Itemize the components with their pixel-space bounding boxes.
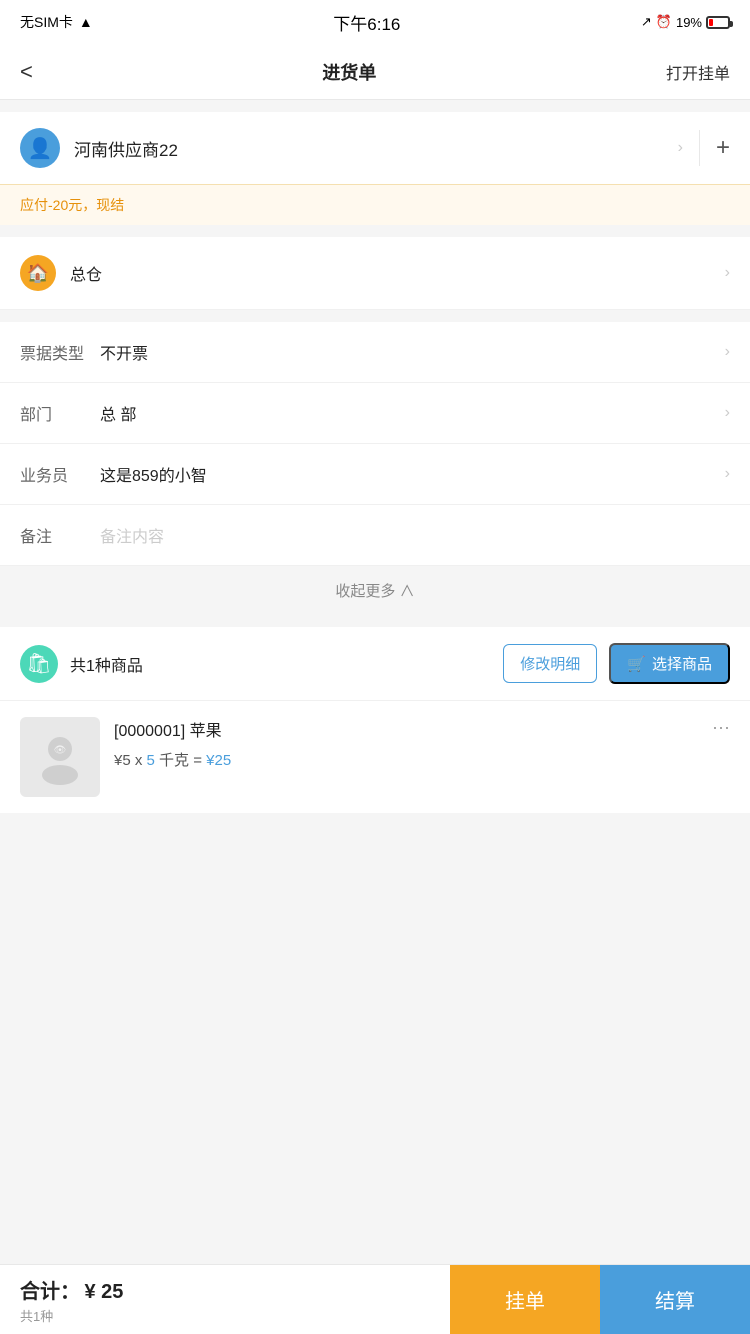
products-count: 共1种商品: [70, 652, 491, 676]
salesman-value: 这是859的小智: [100, 462, 715, 486]
section-gap-2: [0, 225, 750, 237]
select-product-label: 选择商品: [652, 653, 712, 674]
battery-icon: [706, 16, 730, 29]
bottom-spacer: [0, 813, 750, 883]
supplier-card: 👤 河南供应商22 › + 应付-20元，现结: [0, 112, 750, 225]
department-label: 部门: [20, 401, 100, 425]
total-amount: 合计： ¥ 25: [20, 1275, 430, 1304]
product-placeholder-icon: 👁: [30, 727, 90, 787]
product-unit-price: ¥5: [114, 752, 131, 769]
remark-placeholder[interactable]: 备注内容: [100, 523, 730, 547]
select-product-button[interactable]: 🛒 选择商品: [609, 643, 730, 684]
supplier-chevron-icon: ›: [678, 139, 683, 157]
back-button[interactable]: <: [20, 59, 33, 85]
product-thumbnail: 👁: [20, 717, 100, 797]
warehouse-icon: 🏠: [20, 255, 56, 291]
supplier-name: 河南供应商22: [74, 136, 668, 161]
equals-sign: =: [193, 752, 206, 769]
svg-text:👁: 👁: [54, 745, 67, 756]
section-gap-4: [0, 615, 750, 627]
add-supplier-button[interactable]: +: [716, 134, 730, 162]
open-suspend-button[interactable]: 打开挂单: [666, 60, 730, 84]
salesman-row[interactable]: 业务员 这是859的小智 ›: [0, 444, 750, 505]
collapse-label: 收起更多 ∧: [335, 583, 414, 600]
products-header: 🛍 共1种商品 修改明细 🛒 选择商品: [0, 627, 750, 700]
status-left: 无SIM卡 ▲: [20, 12, 93, 32]
total-section: 合计： ¥ 25 共1种: [0, 1275, 450, 1325]
department-row[interactable]: 部门 总 部 ›: [0, 383, 750, 444]
product-title: 苹果: [190, 723, 222, 740]
page-title: 进货单: [322, 59, 376, 85]
salesman-chevron-icon: ›: [725, 465, 730, 483]
status-bar: 无SIM卡 ▲ 下午6:16 ↗ ⏰ 19%: [0, 0, 750, 44]
info-notice: 应付-20元，现结: [0, 184, 750, 225]
form-card: 票据类型 不开票 › 部门 总 部 › 业务员 这是859的小智 › 备注 备注…: [0, 322, 750, 566]
product-item: 👁 [0000001] 苹果 ¥5 x 5 千克 = ¥25 ···: [0, 700, 750, 813]
department-chevron-icon: ›: [725, 404, 730, 422]
collapse-toggle[interactable]: 收起更多 ∧: [0, 566, 750, 615]
section-gap-3: [0, 310, 750, 322]
products-card: 🛍 共1种商品 修改明细 🛒 选择商品 👁 [0000001] 苹果 ¥5 x: [0, 627, 750, 813]
section-gap-1: [0, 100, 750, 112]
bag-icon: 🛍: [26, 651, 51, 676]
alarm-icon: ⏰: [656, 14, 672, 30]
ticket-type-value: 不开票: [100, 340, 715, 364]
cart-icon: 🛒: [627, 655, 646, 673]
ticket-type-row[interactable]: 票据类型 不开票 ›: [0, 322, 750, 383]
wifi-icon: ▲: [79, 14, 93, 30]
product-name: [0000001] 苹果: [114, 717, 698, 741]
warehouse-chevron-icon: ›: [725, 264, 730, 282]
status-time: 下午6:16: [333, 10, 400, 35]
products-icon: 🛍: [20, 645, 58, 683]
product-unit: 千克: [159, 752, 189, 769]
product-info: [0000001] 苹果 ¥5 x 5 千克 = ¥25: [114, 717, 698, 770]
product-quantity: 5: [147, 752, 155, 769]
checkout-button[interactable]: 结算: [600, 1265, 750, 1334]
remark-row[interactable]: 备注 备注内容: [0, 505, 750, 566]
nav-bar: < 进货单 打开挂单: [0, 44, 750, 100]
total-sub: 共1种: [20, 1306, 430, 1325]
battery-percent: 19%: [676, 15, 702, 30]
product-total: ¥25: [206, 752, 231, 769]
department-value: 总 部: [100, 401, 715, 425]
warehouse-value: 总仓: [70, 261, 715, 285]
status-right: ↗ ⏰ 19%: [641, 14, 730, 30]
bottom-bar: 合计： ¥ 25 共1种 挂单 结算: [0, 1264, 750, 1334]
notice-text: 应付-20元，现结: [20, 197, 124, 213]
supplier-row[interactable]: 👤 河南供应商22 › +: [0, 112, 750, 184]
ticket-type-chevron-icon: ›: [725, 343, 730, 361]
warehouse-card: 🏠 总仓 ›: [0, 237, 750, 310]
multiply-sign: x: [135, 752, 147, 769]
product-code: [0000001]: [114, 723, 185, 740]
warehouse-row[interactable]: 🏠 总仓 ›: [0, 237, 750, 310]
total-value: ¥ 25: [84, 1281, 123, 1303]
total-label: 合计：: [20, 1281, 80, 1303]
salesman-label: 业务员: [20, 462, 100, 486]
remark-label: 备注: [20, 523, 100, 547]
supplier-avatar: 👤: [20, 128, 60, 168]
ticket-type-label: 票据类型: [20, 340, 100, 364]
edit-detail-button[interactable]: 修改明细: [503, 644, 597, 683]
product-price: ¥5 x 5 千克 = ¥25: [114, 749, 698, 770]
carrier-label: 无SIM卡: [20, 12, 73, 32]
avatar-icon: 👤: [28, 136, 53, 161]
vertical-divider: [699, 130, 700, 166]
suspend-button[interactable]: 挂单: [450, 1265, 600, 1334]
location-icon: ↗: [641, 14, 652, 30]
product-menu-button[interactable]: ···: [712, 717, 730, 738]
